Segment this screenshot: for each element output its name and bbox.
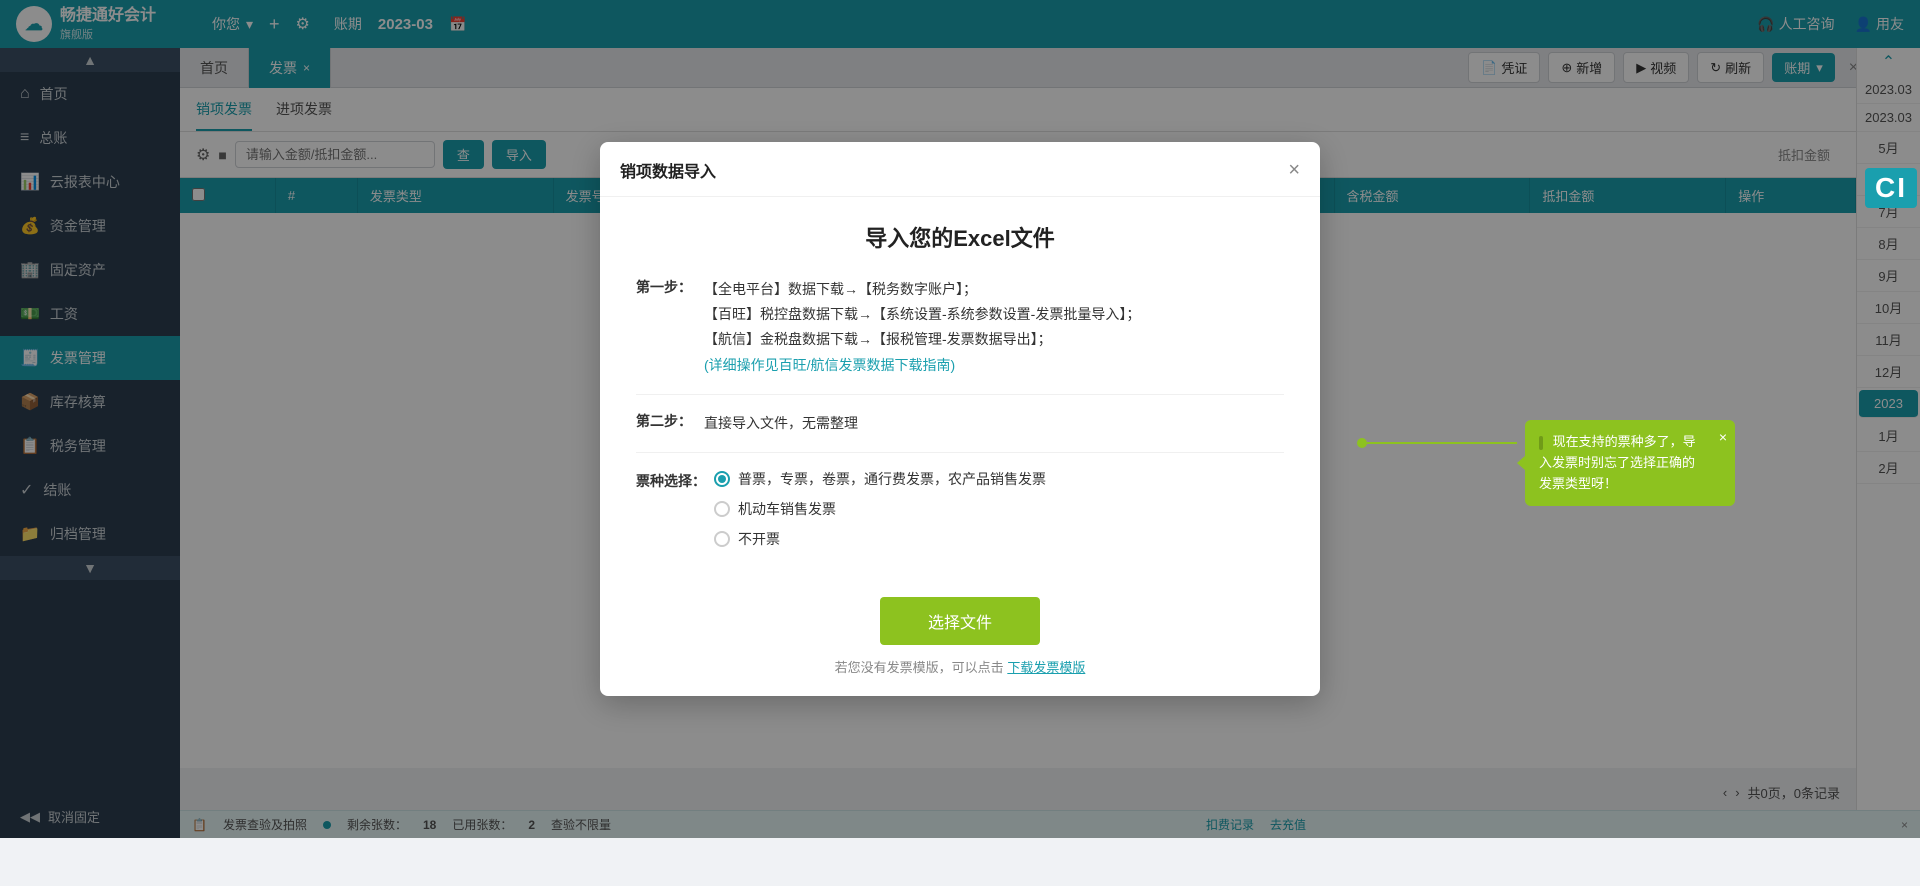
step1-line1: 【全电平台】数据下载→【税务数字账户】； [704,277,1140,302]
radio-option-2[interactable]: 机动车销售发票 [714,499,1046,519]
tooltip-text: 现在支持的票种多了，导入发票时别忘了选择正确的发票类型呀！ [1539,434,1696,491]
radio-option-1[interactable]: 普票，专票，卷票，通行费发票，农产品销售发票 [714,469,1046,489]
step2-label: 第二步： [636,411,692,436]
step1-label: 第一步： [636,277,692,378]
radio-circle-2 [714,501,730,517]
ticket-select-row: 票种选择： 普票，专票，卷票，通行费发票，农产品销售发票 机动车销售发票 [636,469,1284,549]
step1-line3: 【航信】金税盘数据下载→【报税管理-发票数据导出】； [704,327,1140,352]
tooltip-container: 现在支持的票种多了，导入发票时别忘了选择正确的发票类型呀！ × [1525,420,1735,506]
modal-note: 若您没有发票模版，可以点击 下载发票模版 [636,657,1284,676]
divider1 [636,394,1284,395]
tooltip-line [1367,442,1517,444]
radio-option-3[interactable]: 不开票 [714,529,1046,549]
step1-row: 第一步： 【全电平台】数据下载→【税务数字账户】； 【百旺】税控盘数据下载→【系… [636,277,1284,378]
modal-header: 销项数据导入 × [600,142,1320,197]
download-template-link[interactable]: 下载发票模版 [1007,660,1085,675]
step1-line2: 【百旺】税控盘数据下载→【系统设置-系统参数设置-发票批量导入】； [704,302,1140,327]
step1-link[interactable]: (详细操作见百旺/航信发票数据下载指南) [704,353,1140,378]
radio-circle-3 [714,531,730,547]
tooltip-arrow [1517,456,1525,470]
step1-content: 【全电平台】数据下载→【税务数字账户】； 【百旺】税控盘数据下载→【系统设置-系… [704,277,1140,378]
select-file-button[interactable]: 选择文件 [880,597,1040,645]
modal-body: 导入您的Excel文件 第一步： 【全电平台】数据下载→【税务数字账户】； 【百… [600,197,1320,581]
ci-badge: CI [1865,168,1917,208]
radio-dot-1 [718,475,726,483]
step2-row: 第二步： 直接导入文件，无需整理 [636,411,1284,436]
modal-close-button[interactable]: × [1288,160,1300,180]
import-modal: 销项数据导入 × 导入您的Excel文件 第一步： 【全电平台】数据下载→【税务… [600,142,1320,696]
tooltip-bar [1539,436,1543,450]
tooltip-bubble: 现在支持的票种多了，导入发票时别忘了选择正确的发票类型呀！ × [1525,420,1735,506]
modal-footer: 选择文件 若您没有发票模版，可以点击 下载发票模版 [600,581,1320,696]
radio-label-3: 不开票 [738,529,780,549]
tooltip-close-button[interactable]: × [1719,426,1727,448]
radio-circle-1 [714,471,730,487]
radio-label-2: 机动车销售发票 [738,499,836,519]
modal-title: 销项数据导入 [620,158,716,182]
divider2 [636,452,1284,453]
tooltip-dot [1357,438,1367,448]
radio-label-1: 普票，专票，卷票，通行费发票，农产品销售发票 [738,469,1046,489]
modal-overlay: 销项数据导入 × 导入您的Excel文件 第一步： 【全电平台】数据下载→【税务… [0,0,1920,838]
ticket-select-label: 票种选择： [636,471,706,491]
radio-group: 普票，专票，卷票，通行费发票，农产品销售发票 机动车销售发票 不开票 [714,469,1046,549]
modal-main-title: 导入您的Excel文件 [636,221,1284,253]
step2-content: 直接导入文件，无需整理 [704,411,858,436]
